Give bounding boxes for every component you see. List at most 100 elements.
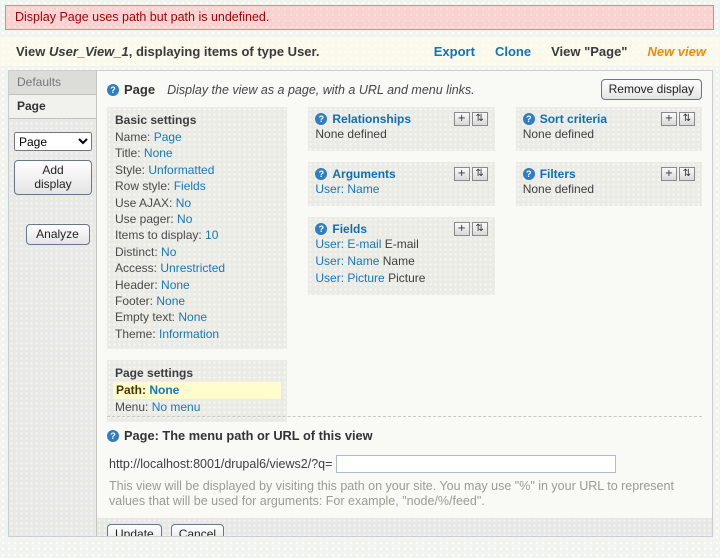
tab-defaults[interactable]: Defaults [9, 71, 96, 95]
setting-row-row-style: Row style: Fields [115, 179, 206, 194]
page-settings-title: Page settings [115, 366, 194, 381]
setting-value-title[interactable]: None [144, 146, 173, 160]
setting-row-name: Name: Page [115, 130, 182, 144]
setting-row-empty-text: Empty text: None [115, 310, 208, 325]
basic-settings-panel: Basic settings Name: Page Title: None St… [107, 107, 288, 350]
error-banner: Display Page uses path but path is undef… [5, 5, 714, 30]
add-icon[interactable]: + [661, 167, 677, 181]
setting-value-access[interactable]: Unrestricted [160, 261, 225, 275]
cancel-button[interactable]: Cancel [170, 524, 225, 536]
add-display-button[interactable]: Add display [14, 160, 92, 195]
help-icon[interactable]: ? [522, 113, 535, 125]
field-name-link[interactable]: User: Name [315, 254, 379, 268]
filters-header: ? Filters + ⇅ [522, 167, 695, 181]
help-icon[interactable]: ? [315, 168, 328, 180]
help-icon[interactable]: ? [522, 168, 535, 180]
setting-value-footer[interactable]: None [156, 294, 185, 308]
filters-box: ? Filters + ⇅ None defined [515, 162, 702, 206]
menu-setting-row: Menu: No menu [115, 399, 279, 415]
rearrange-icon[interactable]: ⇅ [471, 112, 488, 126]
setting-row-header: Header: None [115, 277, 190, 292]
form-actions: Update Cancel [97, 518, 712, 536]
arguments-title-link[interactable]: Arguments [332, 167, 395, 181]
setting-row-use-pager: Use pager: No [115, 212, 193, 227]
settings-columns: Basic settings Name: Page Title: None St… [107, 107, 702, 423]
filters-empty: None defined [522, 182, 595, 196]
arguments-box: ? Arguments + ⇅ User: Name [308, 162, 495, 206]
fields-title-link[interactable]: Fields [332, 222, 367, 236]
help-icon[interactable]: ? [107, 83, 119, 96]
add-icon[interactable]: + [453, 112, 470, 126]
basic-settings-title: Basic settings [115, 113, 197, 127]
add-icon[interactable]: + [453, 222, 470, 236]
view-summary-prefix: View [16, 44, 46, 59]
setting-row-title: Title: None [115, 146, 173, 161]
help-icon[interactable]: ? [315, 223, 328, 235]
new-view-link[interactable]: New view [647, 44, 706, 59]
field-name-label: Name [382, 254, 415, 268]
setting-value-distinct[interactable]: No [161, 245, 176, 259]
sort-criteria-header: ? Sort criteria + ⇅ [522, 112, 695, 126]
relationships-tools: + ⇅ [453, 112, 488, 126]
setting-value-items-to-display[interactable]: 10 [205, 228, 218, 242]
field-email-link[interactable]: User: E-mail [315, 237, 381, 251]
display-sidebar: Defaults Page Page Add display Analyze [9, 71, 97, 536]
fields-box: ? Fields + ⇅ User: E-mail E-mail User: N… [308, 217, 495, 295]
rearrange-icon[interactable]: ⇅ [471, 222, 488, 236]
rearrange-icon[interactable]: ⇅ [679, 167, 695, 181]
setting-value-style[interactable]: Unformatted [148, 163, 214, 177]
field-item-picture: User: Picture Picture [315, 270, 487, 287]
view-name: User_View_1 [49, 44, 129, 59]
path-help-text: This view will be displayed by visiting … [109, 479, 674, 508]
relationships-title-link[interactable]: Relationships [332, 112, 411, 126]
field-email-label: E-mail [384, 237, 419, 251]
relationships-box: ? Relationships + ⇅ None defined [308, 107, 495, 151]
display-title: Page [124, 82, 156, 97]
arguments-tools: + ⇅ [453, 167, 488, 181]
setting-value-header[interactable]: None [161, 278, 190, 292]
error-message: Display Page uses path but path is undef… [15, 10, 270, 24]
setting-row-items-to-display: Items to display: 10 [115, 228, 219, 243]
setting-value-theme[interactable]: Information [159, 327, 219, 341]
field-item-email: User: E-mail E-mail [315, 236, 487, 253]
analyze-button[interactable]: Analyze [25, 224, 90, 245]
menu-label: Menu: [115, 399, 149, 414]
setting-value-use-pager[interactable]: No [177, 212, 192, 226]
sort-criteria-title-link[interactable]: Sort criteria [540, 112, 607, 126]
add-icon[interactable]: + [453, 167, 470, 181]
field-item-name: User: Name Name [315, 253, 487, 270]
path-input[interactable] [336, 455, 617, 473]
setting-value-use-ajax[interactable]: No [176, 196, 191, 210]
setting-row-theme: Theme: Information [115, 326, 220, 341]
sort-criteria-box: ? Sort criteria + ⇅ None defined [515, 107, 702, 151]
help-icon[interactable]: ? [315, 113, 328, 125]
setting-value-row-style[interactable]: Fields [174, 179, 206, 193]
add-icon[interactable]: + [661, 112, 677, 126]
argument-user-name-link[interactable]: User: Name [315, 182, 379, 196]
sort-criteria-tools: + ⇅ [661, 112, 695, 126]
path-form: ? Page: The menu path or URL of this vie… [97, 416, 712, 536]
fields-tools: + ⇅ [453, 222, 488, 236]
tab-page-label: Page [17, 99, 46, 113]
export-link[interactable]: Export [434, 44, 475, 59]
field-picture-label: Picture [388, 271, 426, 285]
display-header: ? Page Display the view as a page, with … [107, 79, 702, 100]
menu-value[interactable]: No menu [152, 400, 201, 414]
tab-page[interactable]: Page [9, 95, 96, 119]
path-value[interactable]: None [149, 383, 179, 397]
display-type-select[interactable]: Page [14, 132, 92, 151]
view-summary-suffix: , displaying items of type User. [128, 44, 320, 59]
setting-value-empty-text[interactable]: None [178, 310, 207, 324]
setting-value-name[interactable]: Page [154, 130, 182, 144]
field-picture-link[interactable]: User: Picture [315, 271, 384, 285]
column-basic-settings: Basic settings Name: Page Title: None St… [107, 107, 288, 423]
help-icon[interactable]: ? [107, 429, 119, 442]
remove-display-button[interactable]: Remove display [600, 79, 702, 100]
clone-link[interactable]: Clone [495, 44, 531, 59]
rearrange-icon[interactable]: ⇅ [471, 167, 488, 181]
rearrange-icon[interactable]: ⇅ [679, 112, 695, 126]
sidebar-controls: Page Add display Analyze [9, 119, 96, 245]
update-button[interactable]: Update [107, 524, 162, 536]
view-page-link[interactable]: View "Page" [551, 44, 627, 59]
filters-title-link[interactable]: Filters [540, 167, 576, 181]
